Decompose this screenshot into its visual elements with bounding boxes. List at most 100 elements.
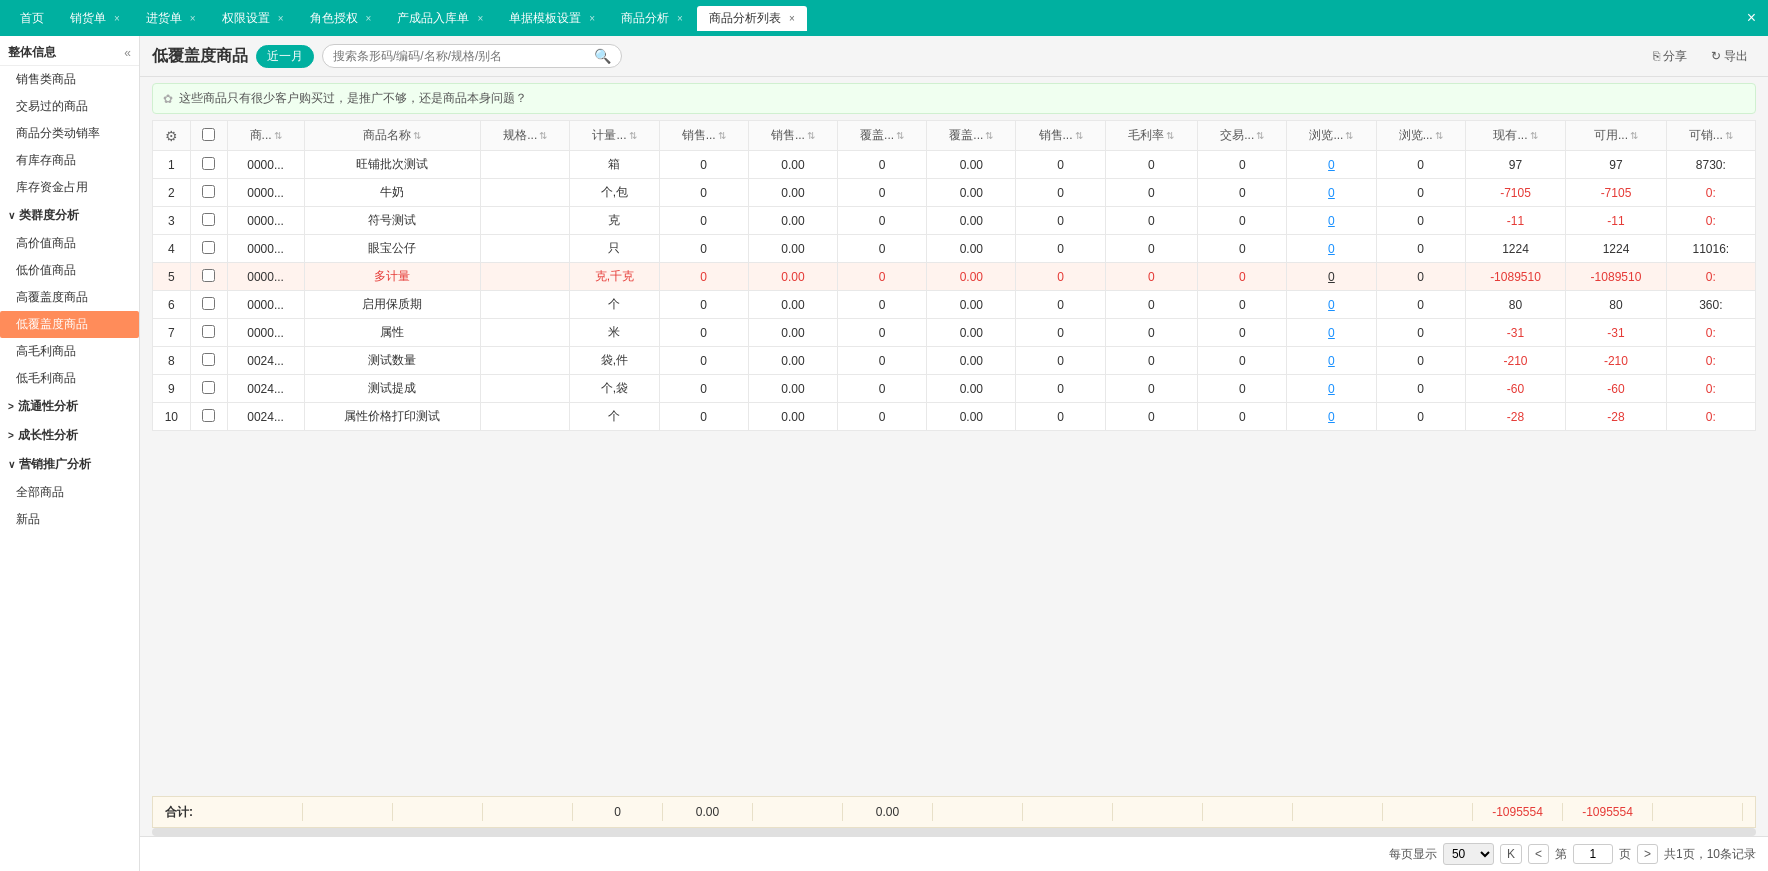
select-all-checkbox[interactable] [202, 128, 215, 141]
row-checkbox-cell[interactable] [190, 403, 227, 431]
page-number-input[interactable] [1573, 844, 1613, 864]
row-checkbox[interactable] [202, 213, 215, 226]
view-link[interactable]: 0 [1287, 319, 1376, 347]
prev-page-button[interactable]: < [1528, 844, 1549, 864]
close-icon[interactable]: × [589, 13, 595, 24]
sidebar-item-sales-products[interactable]: 销售类商品 [0, 66, 139, 93]
filter-recent-month-button[interactable]: 近一月 [256, 45, 314, 68]
view-link[interactable]: 0 [1287, 235, 1376, 263]
nav-home[interactable]: 首页 [8, 6, 56, 31]
sales-amt-column-header[interactable]: 销售...⇅ [748, 121, 837, 151]
view-link[interactable]: 0 [1287, 375, 1376, 403]
view-link[interactable]: 0 [1287, 291, 1376, 319]
row-checkbox[interactable] [202, 381, 215, 394]
close-icon[interactable]: × [190, 13, 196, 24]
row-checkbox[interactable] [202, 241, 215, 254]
total-pages-info: 共1页，10条记录 [1664, 846, 1756, 863]
export-button[interactable]: ↻ 导出 [1703, 45, 1756, 68]
sidebar-item-high-coverage[interactable]: 高覆盖度商品 [0, 284, 139, 311]
settings-icon[interactable]: ⚙ [165, 128, 178, 144]
share-button[interactable]: ⎘ 分享 [1645, 45, 1695, 68]
sidebar-item-low-coverage[interactable]: 低覆盖度商品 [0, 311, 139, 338]
next-page-button[interactable]: > [1637, 844, 1658, 864]
current-column-header[interactable]: 现有...⇅ [1465, 121, 1565, 151]
nav-role-auth[interactable]: 角色授权 × [298, 6, 384, 31]
footer-spacer4 [483, 803, 573, 821]
per-page-select[interactable]: 50 100 200 [1443, 843, 1494, 865]
search-input[interactable] [333, 49, 594, 63]
nav-product-analysis-list[interactable]: 商品分析列表 × [697, 6, 807, 31]
close-icon[interactable]: × [114, 13, 120, 24]
sidebar-item-category-sales-rate[interactable]: 商品分类动销率 [0, 120, 139, 147]
sidebar-item-high-margin[interactable]: 高毛利商品 [0, 338, 139, 365]
spec-column-header[interactable]: 规格...⇅ [481, 121, 570, 151]
sidebar-item-all-products[interactable]: 全部商品 [0, 479, 139, 506]
sidebar-collapse-button[interactable]: « [124, 46, 131, 60]
close-icon[interactable]: × [789, 13, 795, 24]
close-icon[interactable]: × [477, 13, 483, 24]
close-icon[interactable]: × [278, 13, 284, 24]
view-link[interactable]: 0 [1287, 207, 1376, 235]
nav-template-settings[interactable]: 单据模板设置 × [497, 6, 607, 31]
code-column-header[interactable]: 商...⇅ [227, 121, 304, 151]
row-checkbox[interactable] [202, 269, 215, 282]
row-checkbox-cell[interactable] [190, 151, 227, 179]
nav-permission-settings[interactable]: 权限设置 × [210, 6, 296, 31]
view-link[interactable]: 0 [1287, 179, 1376, 207]
row-checkbox[interactable] [202, 185, 215, 198]
row-checkbox[interactable] [202, 157, 215, 170]
row-checkbox-cell[interactable] [190, 207, 227, 235]
available-column-header[interactable]: 可用...⇅ [1566, 121, 1666, 151]
settings-column-header[interactable]: ⚙ [153, 121, 191, 151]
main-layout: 整体信息 « 销售类商品 交易过的商品 商品分类动销率 有库存商品 库存资金占用… [0, 36, 1768, 871]
trade-column-header[interactable]: 交易...⇅ [1198, 121, 1287, 151]
sales-qty-column-header[interactable]: 销售...⇅ [659, 121, 748, 151]
row-checkbox-cell[interactable] [190, 179, 227, 207]
nav-sales-order[interactable]: 销货单 × [58, 6, 132, 31]
cover2-column-header[interactable]: 覆盖...⇅ [927, 121, 1016, 151]
sidebar-item-low-value[interactable]: 低价值商品 [0, 257, 139, 284]
nav-purchase-order[interactable]: 进货单 × [134, 6, 208, 31]
sidebar-section-circulation[interactable]: > 流通性分析 [0, 392, 139, 421]
cover1-column-header[interactable]: 覆盖...⇅ [838, 121, 927, 151]
sidebar-item-inventory-capital[interactable]: 库存资金占用 [0, 174, 139, 201]
row-checkbox-cell[interactable] [190, 319, 227, 347]
row-checkbox[interactable] [202, 297, 215, 310]
row-checkbox-cell[interactable] [190, 375, 227, 403]
margin-column-header[interactable]: 毛利率⇅ [1105, 121, 1198, 151]
sidebar-item-new-products[interactable]: 新品 [0, 506, 139, 533]
close-icon[interactable]: × [677, 13, 683, 24]
row-checkbox-cell[interactable] [190, 235, 227, 263]
nav-product-warehouse[interactable]: 产成品入库单 × [385, 6, 495, 31]
view2-column-header[interactable]: 浏览...⇅ [1376, 121, 1465, 151]
close-icon[interactable]: × [366, 13, 372, 24]
name-column-header[interactable]: 商品名称⇅ [304, 121, 481, 151]
table-footer: 合计: 0 0.00 0.00 -1095554 -1095554 [152, 796, 1756, 828]
sidebar-item-high-value[interactable]: 高价值商品 [0, 230, 139, 257]
view1-column-header[interactable]: 浏览...⇅ [1287, 121, 1376, 151]
horizontal-scrollbar[interactable] [152, 828, 1756, 836]
first-page-button[interactable]: K [1500, 844, 1522, 864]
top-navigation: 首页 销货单 × 进货单 × 权限设置 × 角色授权 × 产成品入库单 × 单据… [0, 0, 1768, 36]
row-checkbox[interactable] [202, 325, 215, 338]
row-checkbox[interactable] [202, 353, 215, 366]
saleable-column-header[interactable]: 可销...⇅ [1666, 121, 1755, 151]
row-checkbox-cell[interactable] [190, 347, 227, 375]
sidebar-item-traded-products[interactable]: 交易过的商品 [0, 93, 139, 120]
view-link[interactable]: 0 [1287, 263, 1376, 291]
view-link[interactable]: 0 [1287, 347, 1376, 375]
unit-column-header[interactable]: 计量...⇅ [570, 121, 659, 151]
row-checkbox-cell[interactable] [190, 263, 227, 291]
view-link[interactable]: 0 [1287, 403, 1376, 431]
sidebar-section-cluster-analysis[interactable]: ∨ 类群度分析 [0, 201, 139, 230]
window-close-button[interactable]: × [1743, 5, 1760, 31]
nav-product-analysis[interactable]: 商品分析 × [609, 6, 695, 31]
sidebar-item-stocked-products[interactable]: 有库存商品 [0, 147, 139, 174]
sales3-column-header[interactable]: 销售...⇅ [1016, 121, 1105, 151]
sidebar-section-growth[interactable]: > 成长性分析 [0, 421, 139, 450]
row-checkbox-cell[interactable] [190, 291, 227, 319]
sidebar-section-marketing[interactable]: ∨ 营销推广分析 [0, 450, 139, 479]
row-checkbox[interactable] [202, 409, 215, 422]
sidebar-item-low-margin[interactable]: 低毛利商品 [0, 365, 139, 392]
view-link[interactable]: 0 [1287, 151, 1376, 179]
